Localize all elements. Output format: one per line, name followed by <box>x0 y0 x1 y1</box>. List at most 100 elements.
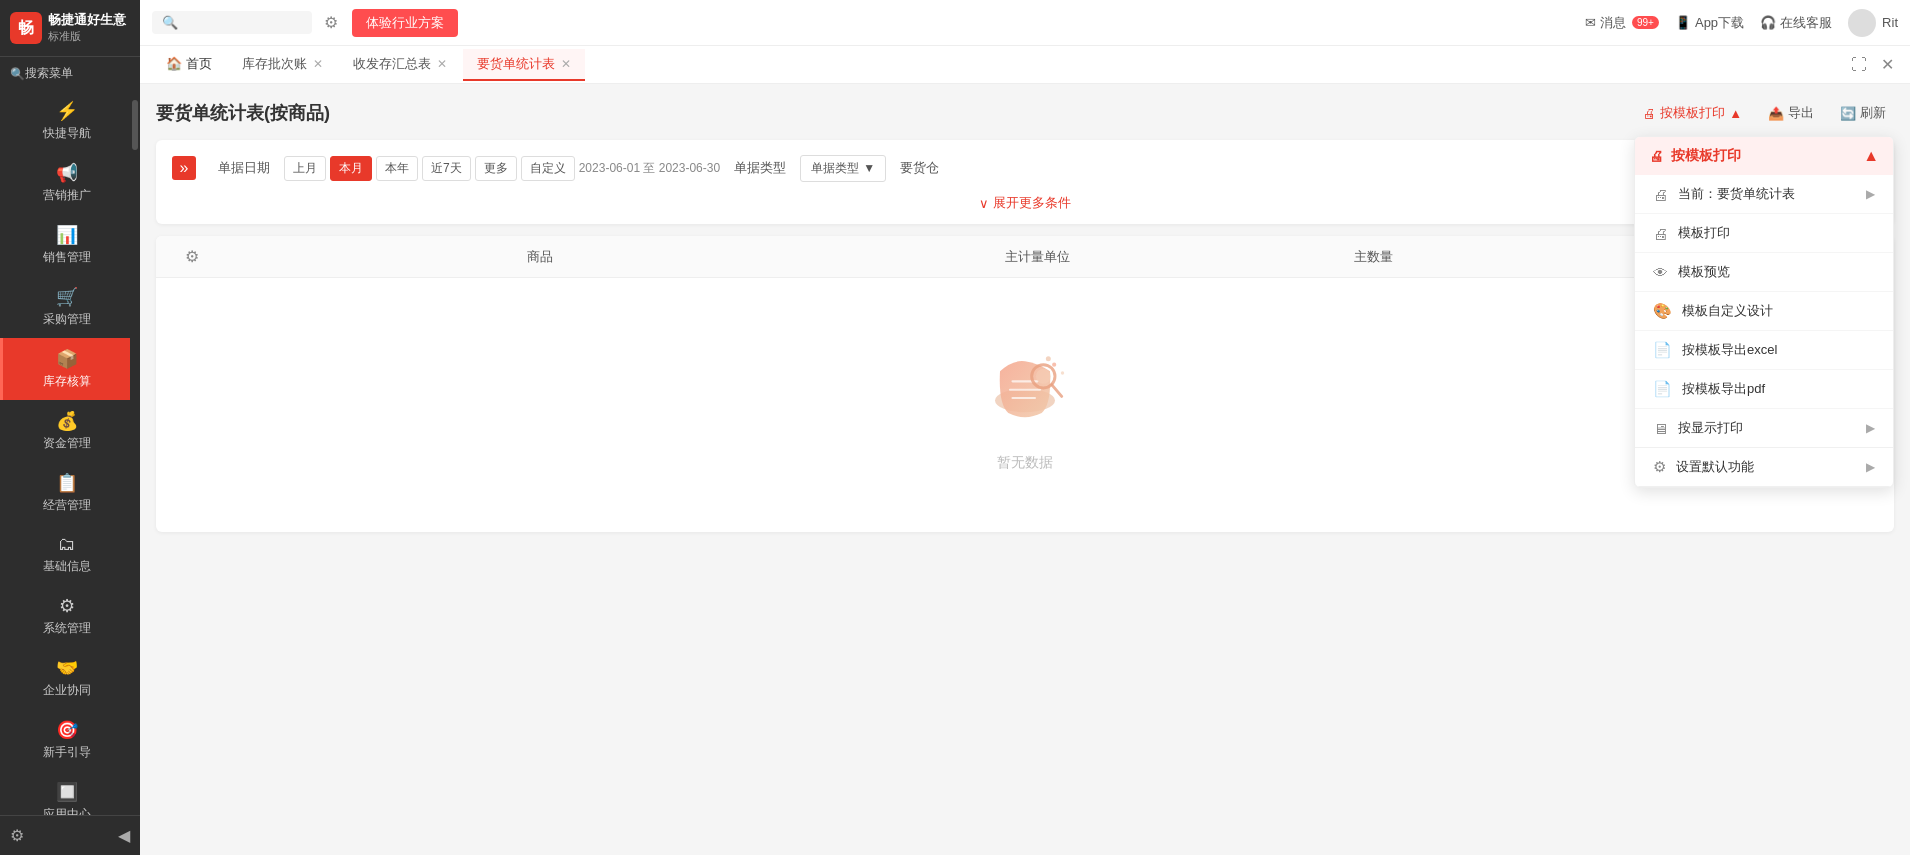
sidebar-item-marketing[interactable]: 📢 营销推广 <box>0 152 130 214</box>
main-area: 🔍 ⚙ 体验行业方案 ✉ 消息 99+ 📱 App下载 🎧 在线客服 Rit <box>140 0 1910 855</box>
online-service-action[interactable]: 🎧 在线客服 <box>1760 14 1832 32</box>
template-excel-icon: 📄 <box>1653 341 1672 359</box>
export-icon: 📤 <box>1768 106 1784 121</box>
home-icon: 🏠 <box>166 56 182 71</box>
date-range-display: 2023-06-01 至 2023-06-30 <box>579 160 720 177</box>
col-unit: 主计量单位 <box>869 248 1205 266</box>
search-icon: 🔍 <box>10 67 25 81</box>
sidebar-item-guide[interactable]: 🎯 新手引导 <box>0 709 130 771</box>
expand-more-row: ∨ 展开更多条件 <box>172 194 1878 212</box>
sidebar: 畅 畅捷通好生意 标准版 🔍 搜索菜单 ⚡ 快捷导航 📢 营销推广 📊 销售管理 <box>0 0 140 855</box>
chevron-down-icon: ▼ <box>863 161 875 175</box>
type-select[interactable]: 单据类型 ▼ <box>800 155 886 182</box>
dropdown-current-label: 当前：要货单统计表 <box>1678 185 1795 203</box>
empty-state-icon <box>975 338 1075 438</box>
finance-icon: 💰 <box>56 410 78 432</box>
sidebar-item-basic[interactable]: 🗂 基础信息 <box>0 524 130 585</box>
goods-label: 要货仓 <box>900 159 939 177</box>
date-btn-this-month[interactable]: 本月 <box>330 156 372 181</box>
sidebar-item-label: 经营管理 <box>43 497 91 514</box>
dropdown-item-template-pdf[interactable]: 📄 按模板导出pdf <box>1635 370 1893 409</box>
filter-toggle-btn[interactable]: » <box>172 156 196 180</box>
dropdown-section-default-func[interactable]: ⚙ 设置默认功能 ▶ <box>1635 448 1893 487</box>
date-btn-this-year[interactable]: 本年 <box>376 156 418 181</box>
sidebar-item-quick-nav[interactable]: ⚡ 快捷导航 <box>0 90 130 152</box>
default-func-label: 设置默认功能 <box>1676 458 1754 476</box>
sidebar-item-label: 销售管理 <box>43 249 91 266</box>
sidebar-item-sales[interactable]: 📊 销售管理 <box>0 214 130 276</box>
tab-receipt-summary[interactable]: 收发存汇总表 ✕ <box>339 49 461 81</box>
close-batch-account-btn[interactable]: ✕ <box>313 57 323 71</box>
date-btn-7days[interactable]: 近7天 <box>422 156 471 181</box>
date-btn-more[interactable]: 更多 <box>475 156 517 181</box>
tabs-bar: 🏠 首页 库存批次账 ✕ 收发存汇总表 ✕ 要货单统计表 ✕ ⛶ ✕ <box>140 46 1910 84</box>
sidebar-item-corp[interactable]: 🤝 企业协同 <box>0 647 130 709</box>
trial-btn[interactable]: 体验行业方案 <box>352 9 458 37</box>
date-selector: 上月 本月 本年 近7天 更多 自定义 2023-06-01 至 2023-06… <box>284 156 720 181</box>
dropdown-item-template-excel[interactable]: 📄 按模板导出excel <box>1635 331 1893 370</box>
current-arrow-icon: ▶ <box>1866 187 1875 201</box>
close-order-stats-btn[interactable]: ✕ <box>561 57 571 71</box>
sidebar-item-inventory[interactable]: 📦 库存核算 <box>0 338 130 400</box>
dropdown-item-template-print[interactable]: 🖨 模板打印 <box>1635 214 1893 253</box>
tab-batch-account[interactable]: 库存批次账 ✕ <box>228 49 337 81</box>
sidebar-nav: ⚡ 快捷导航 📢 营销推广 📊 销售管理 🛒 采购管理 📦 库存核算 💰 <box>0 90 130 815</box>
app-logo-text: 畅捷通好生意 标准版 <box>48 12 126 43</box>
operations-icon: 📋 <box>56 472 78 494</box>
template-preview-icon: 👁 <box>1653 264 1668 281</box>
sidebar-scrollbar[interactable] <box>130 90 140 815</box>
topbar-search-box[interactable]: 🔍 <box>152 11 312 34</box>
collapse-sidebar-btn[interactable]: ◀ <box>118 826 130 845</box>
app-download-action[interactable]: 📱 App下载 <box>1675 14 1744 32</box>
dropdown-section-display-print[interactable]: 🖥 按显示打印 ▶ <box>1635 409 1893 448</box>
col-settings[interactable]: ⚙ <box>172 247 212 266</box>
refresh-btn[interactable]: 🔄 刷新 <box>1832 100 1894 126</box>
expand-more-btn[interactable]: ∨ 展开更多条件 <box>979 194 1071 212</box>
dropdown-item-template-preview[interactable]: 👁 模板预览 <box>1635 253 1893 292</box>
sidebar-item-operations[interactable]: 📋 经营管理 <box>0 462 130 524</box>
sidebar-footer: ⚙ ◀ <box>0 815 140 855</box>
template-custom-icon: 🎨 <box>1653 302 1672 320</box>
sidebar-item-label: 基础信息 <box>43 558 91 575</box>
sidebar-item-purchase[interactable]: 🛒 采购管理 <box>0 276 130 338</box>
print-template-dropdown: 🖨 按模板打印 ▲ 🖨 当前：要货单统计表 ▶ 🖨 模板打印 👁 模板预览 <box>1634 136 1894 488</box>
close-receipt-summary-btn[interactable]: ✕ <box>437 57 447 71</box>
dropdown-current-item[interactable]: 🖨 当前：要货单统计表 ▶ <box>1635 175 1893 214</box>
basic-icon: 🗂 <box>58 534 76 555</box>
sidebar-item-system[interactable]: ⚙ 系统管理 <box>0 585 130 647</box>
template-pdf-icon: 📄 <box>1653 380 1672 398</box>
page-header: 要货单统计表(按商品) 🖨 按模板打印 ▲ 📤 导出 🔄 刷新 <box>156 100 1894 126</box>
sidebar-search[interactable]: 🔍 搜索菜单 <box>0 57 140 90</box>
topbar-search-input[interactable] <box>182 16 282 30</box>
dropdown-item-label: 模板打印 <box>1678 224 1730 242</box>
page-actions: 🖨 按模板打印 ▲ 📤 导出 🔄 刷新 <box>1635 100 1894 126</box>
dropdown-header-left: 🖨 按模板打印 <box>1649 147 1741 165</box>
dropdown-item-template-custom[interactable]: 🎨 模板自定义设计 <box>1635 292 1893 331</box>
dropdown-item-label: 按模板导出pdf <box>1682 380 1765 398</box>
date-btn-custom[interactable]: 自定义 <box>521 156 575 181</box>
inventory-icon: 📦 <box>56 348 78 370</box>
user-area[interactable]: Rit <box>1848 9 1898 37</box>
message-action[interactable]: ✉ 消息 99+ <box>1585 14 1659 32</box>
print-template-btn[interactable]: 🖨 按模板打印 ▲ <box>1635 100 1750 126</box>
tab-home[interactable]: 🏠 首页 <box>152 49 226 81</box>
date-btn-last-month[interactable]: 上月 <box>284 156 326 181</box>
guide-icon: 🎯 <box>56 719 78 741</box>
topbar-search-icon: 🔍 <box>162 15 178 30</box>
sidebar-item-apps[interactable]: 🔲 应用中心 <box>0 771 130 815</box>
type-select-value: 单据类型 <box>811 160 859 177</box>
topbar-gear-icon[interactable]: ⚙ <box>324 13 338 32</box>
col-settings-icon: ⚙ <box>185 248 199 265</box>
maximize-tab-btn[interactable]: ⛶ <box>1847 54 1871 76</box>
filter-row: » 单据日期 上月 本月 本年 近7天 更多 自定义 2023-06-01 至 … <box>172 152 1878 184</box>
user-avatar <box>1848 9 1876 37</box>
settings-footer-btn[interactable]: ⚙ <box>10 826 24 845</box>
print-template-header-icon: 🖨 <box>1649 148 1663 164</box>
corp-icon: 🤝 <box>56 657 78 679</box>
close-tab-btn[interactable]: ✕ <box>1877 53 1898 76</box>
chevron-up-icon: ▲ <box>1729 106 1742 121</box>
sidebar-item-finance[interactable]: 💰 资金管理 <box>0 400 130 462</box>
export-btn[interactable]: 📤 导出 <box>1760 100 1822 126</box>
dropdown-close-btn[interactable]: ▲ <box>1863 147 1879 165</box>
tab-order-stats[interactable]: 要货单统计表 ✕ <box>463 49 585 81</box>
